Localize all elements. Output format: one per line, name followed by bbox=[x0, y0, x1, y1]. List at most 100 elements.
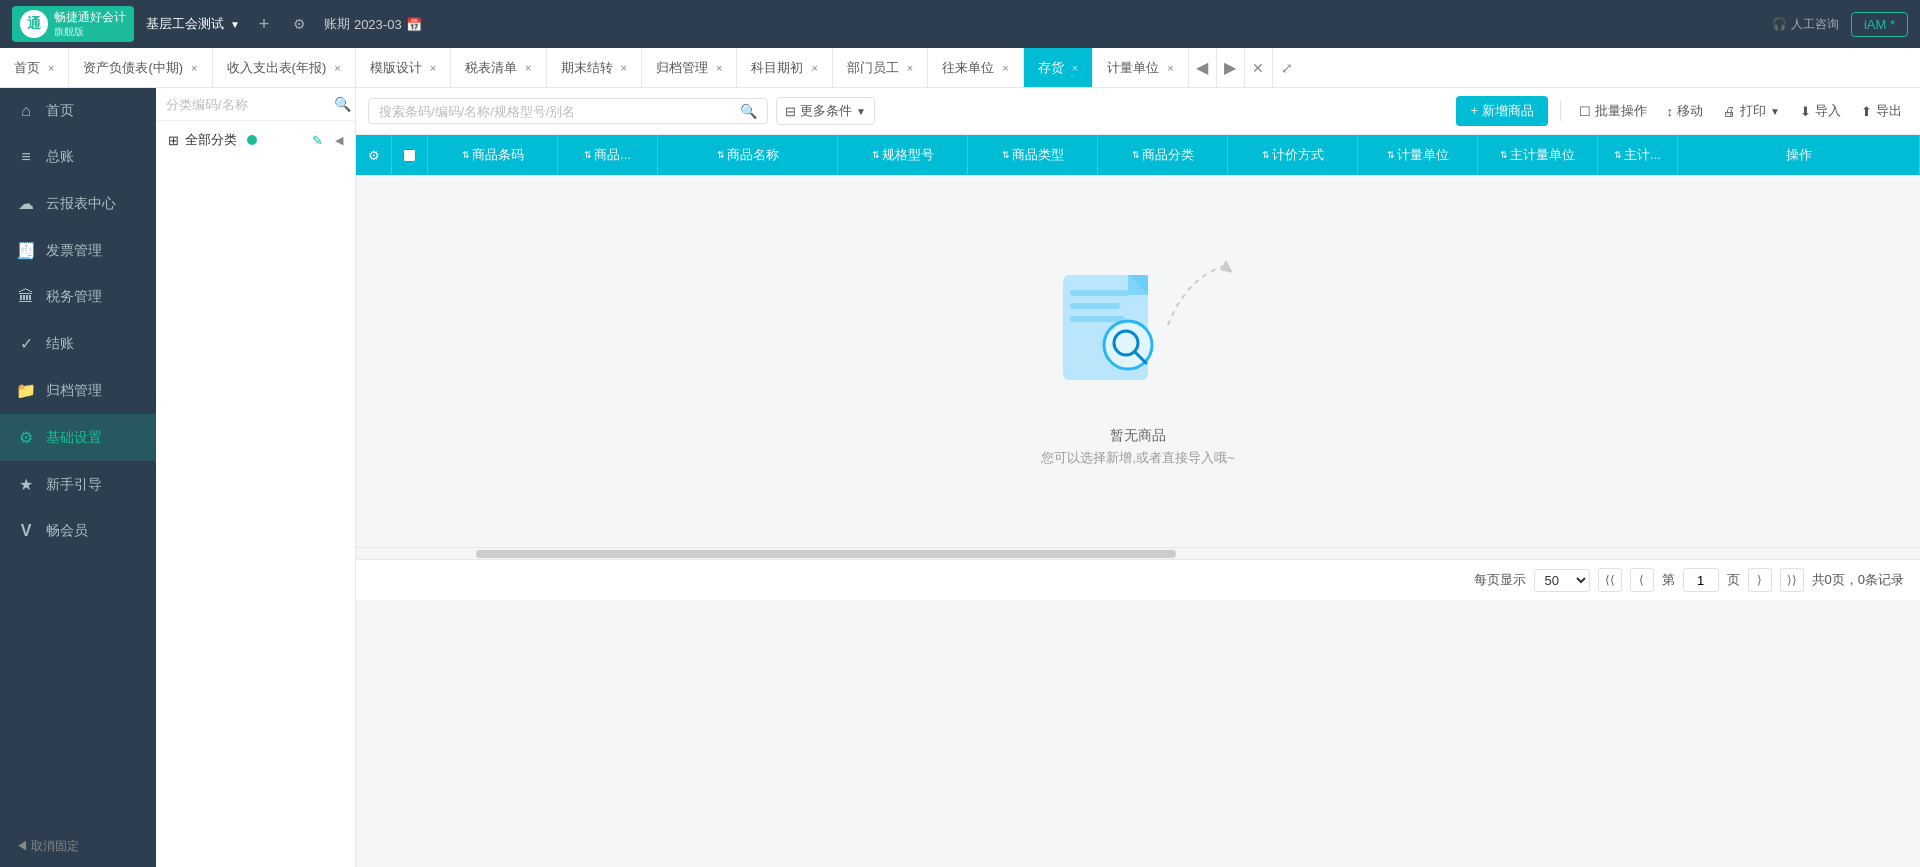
category-collapse-icon[interactable]: ◀ bbox=[335, 134, 343, 147]
add-product-button[interactable]: + 新增商品 bbox=[1456, 96, 1547, 126]
logo-icon: 通 bbox=[20, 10, 48, 38]
tab-income[interactable]: 收入支出表(年报) × bbox=[213, 48, 356, 88]
tab-unit-close-icon[interactable]: × bbox=[1167, 62, 1173, 74]
pagination: 每页显示 50 20 100 ⟨⟨ ⟨ 第 页 ⟩ ⟩⟩ 共0页，0条记录 bbox=[356, 559, 1920, 600]
customer-service-button[interactable]: 🎧 人工咨询 bbox=[1772, 16, 1839, 33]
more-filter-button[interactable]: ⊟ 更多条件 ▼ bbox=[776, 97, 875, 125]
sidebar-item-home[interactable]: ⌂ 首页 bbox=[0, 88, 156, 134]
th-ops: 操作 bbox=[1678, 135, 1920, 175]
settings-button[interactable]: ⚙ bbox=[288, 12, 312, 36]
tab-contacts[interactable]: 往来单位 × bbox=[928, 48, 1023, 88]
batch-op-label: 批量操作 bbox=[1595, 102, 1647, 120]
th-code[interactable]: ⇅ 商品... bbox=[558, 135, 658, 175]
sidebar-item-invoice[interactable]: 🧾 发票管理 bbox=[0, 227, 156, 274]
th-price-method-sort-icon: ⇅ bbox=[1262, 150, 1270, 160]
th-spec[interactable]: ⇅ 规格型号 bbox=[838, 135, 968, 175]
product-search-icon[interactable]: 🔍 bbox=[740, 103, 757, 119]
sidebar-item-tax[interactable]: 🏛 税务管理 bbox=[0, 274, 156, 320]
sidebar-item-vip-label: 畅会员 bbox=[46, 522, 88, 540]
page-number-input[interactable] bbox=[1683, 568, 1719, 592]
tab-template[interactable]: 模版设计 × bbox=[356, 48, 451, 88]
batch-op-button[interactable]: ☐ 批量操作 bbox=[1573, 98, 1653, 124]
category-search-icon[interactable]: 🔍 bbox=[334, 96, 351, 112]
th-col3-label: 主计... bbox=[1624, 146, 1661, 164]
tab-expand-button[interactable]: ⤢ bbox=[1273, 48, 1301, 88]
tab-dept-close-icon[interactable]: × bbox=[907, 62, 913, 74]
th-col3[interactable]: ⇅ 主计... bbox=[1598, 135, 1678, 175]
th-category[interactable]: ⇅ 商品分类 bbox=[1098, 135, 1228, 175]
th-unit[interactable]: ⇅ 计量单位 bbox=[1358, 135, 1478, 175]
tab-subject-close-icon[interactable]: × bbox=[811, 62, 817, 74]
tab-income-close-icon[interactable]: × bbox=[334, 62, 340, 74]
user-badge[interactable]: iAM * bbox=[1851, 12, 1908, 37]
th-main-unit[interactable]: ⇅ 主计量单位 bbox=[1478, 135, 1598, 175]
first-page-button[interactable]: ⟨⟨ bbox=[1598, 568, 1622, 592]
customer-service-label: 人工咨询 bbox=[1791, 16, 1839, 33]
tab-period-transfer-close-icon[interactable]: × bbox=[621, 62, 627, 74]
horizontal-scrollbar[interactable] bbox=[356, 547, 1920, 559]
th-type[interactable]: ⇅ 商品类型 bbox=[968, 135, 1098, 175]
tab-archive-close-icon[interactable]: × bbox=[716, 62, 722, 74]
column-settings-icon: ⚙ bbox=[368, 148, 380, 163]
tab-inventory[interactable]: 存货 × bbox=[1024, 48, 1093, 88]
th-price-method[interactable]: ⇅ 计价方式 bbox=[1228, 135, 1358, 175]
tab-balance-sheet-close-icon[interactable]: × bbox=[191, 62, 197, 74]
next-page-button[interactable]: ⟩ bbox=[1748, 568, 1772, 592]
sidebar-item-vip[interactable]: V 畅会员 bbox=[0, 508, 156, 554]
th-category-label: 商品分类 bbox=[1142, 146, 1194, 164]
th-main-unit-label: 主计量单位 bbox=[1510, 146, 1575, 164]
select-all-checkbox[interactable] bbox=[403, 149, 416, 162]
tab-tax-list[interactable]: 税表清单 × bbox=[451, 48, 546, 88]
last-page-button[interactable]: ⟩⟩ bbox=[1780, 568, 1804, 592]
tab-unit[interactable]: 计量单位 × bbox=[1093, 48, 1188, 88]
prev-page-button[interactable]: ⟨ bbox=[1630, 568, 1654, 592]
empty-arrow-svg bbox=[1158, 255, 1238, 335]
tab-archive[interactable]: 归档管理 × bbox=[642, 48, 737, 88]
export-button[interactable]: ⬆ 导出 bbox=[1855, 98, 1908, 124]
category-edit-icon[interactable]: ✎ bbox=[312, 133, 323, 148]
tab-balance-sheet[interactable]: 资产负债表(中期) × bbox=[69, 48, 212, 88]
scrollbar-thumb[interactable] bbox=[476, 550, 1176, 558]
tab-tax-list-close-icon[interactable]: × bbox=[525, 62, 531, 74]
sidebar-item-archive[interactable]: 📁 归档管理 bbox=[0, 367, 156, 414]
move-label: 移动 bbox=[1677, 102, 1703, 120]
move-button[interactable]: ↕ 移动 bbox=[1661, 98, 1710, 124]
tab-archive-label: 归档管理 bbox=[656, 59, 708, 77]
per-page-select[interactable]: 50 20 100 bbox=[1534, 569, 1590, 592]
tab-close-all-button[interactable]: ✕ bbox=[1245, 48, 1273, 88]
import-button[interactable]: ⬇ 导入 bbox=[1794, 98, 1847, 124]
cancel-fixed-button[interactable]: ◀ 取消固定 bbox=[0, 826, 156, 867]
tab-period-transfer[interactable]: 期末结转 × bbox=[547, 48, 642, 88]
sidebar-item-settings[interactable]: ⚙ 基础设置 bbox=[0, 414, 156, 461]
tab-template-close-icon[interactable]: × bbox=[430, 62, 436, 74]
tab-home-close-icon[interactable]: × bbox=[48, 62, 54, 74]
sidebar-item-ledger[interactable]: ≡ 总账 bbox=[0, 134, 156, 180]
tab-home[interactable]: 首页 × bbox=[0, 48, 69, 88]
home-icon: ⌂ bbox=[16, 102, 36, 120]
th-name[interactable]: ⇅ 商品名称 bbox=[658, 135, 838, 175]
tab-next-button[interactable]: ▶ bbox=[1217, 48, 1245, 88]
tab-prev-button[interactable]: ◀ bbox=[1189, 48, 1217, 88]
th-barcode[interactable]: ⇅ 商品条码 bbox=[428, 135, 558, 175]
tab-dept[interactable]: 部门员工 × bbox=[833, 48, 928, 88]
sidebar-item-close-accounts[interactable]: ✓ 结账 bbox=[0, 320, 156, 367]
product-search-input[interactable] bbox=[379, 104, 734, 119]
tab-contacts-close-icon[interactable]: × bbox=[1002, 62, 1008, 74]
calendar-icon[interactable]: 📅 bbox=[406, 17, 422, 32]
category-search-input[interactable] bbox=[166, 97, 334, 112]
print-button[interactable]: 🖨 打印 ▼ bbox=[1717, 98, 1786, 124]
tab-subject[interactable]: 科目期初 × bbox=[737, 48, 832, 88]
sidebar-item-reports[interactable]: ☁ 云报表中心 bbox=[0, 180, 156, 227]
th-checkbox[interactable] bbox=[392, 135, 428, 175]
logo-text: 畅捷通好会计 旗舰版 bbox=[54, 10, 126, 39]
all-category-header[interactable]: ⊞ 全部分类 ✎ ◀ bbox=[156, 121, 355, 159]
empty-illustration bbox=[1048, 255, 1228, 415]
th-settings[interactable]: ⚙ bbox=[356, 135, 392, 175]
more-filter-label: 更多条件 bbox=[800, 102, 852, 120]
vip-icon: V bbox=[16, 522, 36, 540]
th-unit-label: 计量单位 bbox=[1397, 146, 1449, 164]
tab-inventory-close-icon[interactable]: × bbox=[1072, 62, 1078, 74]
add-tab-button[interactable]: + bbox=[252, 12, 276, 36]
sidebar-item-guide[interactable]: ★ 新手引导 bbox=[0, 461, 156, 508]
company-selector[interactable]: 基层工会测试 ▼ bbox=[146, 15, 240, 33]
